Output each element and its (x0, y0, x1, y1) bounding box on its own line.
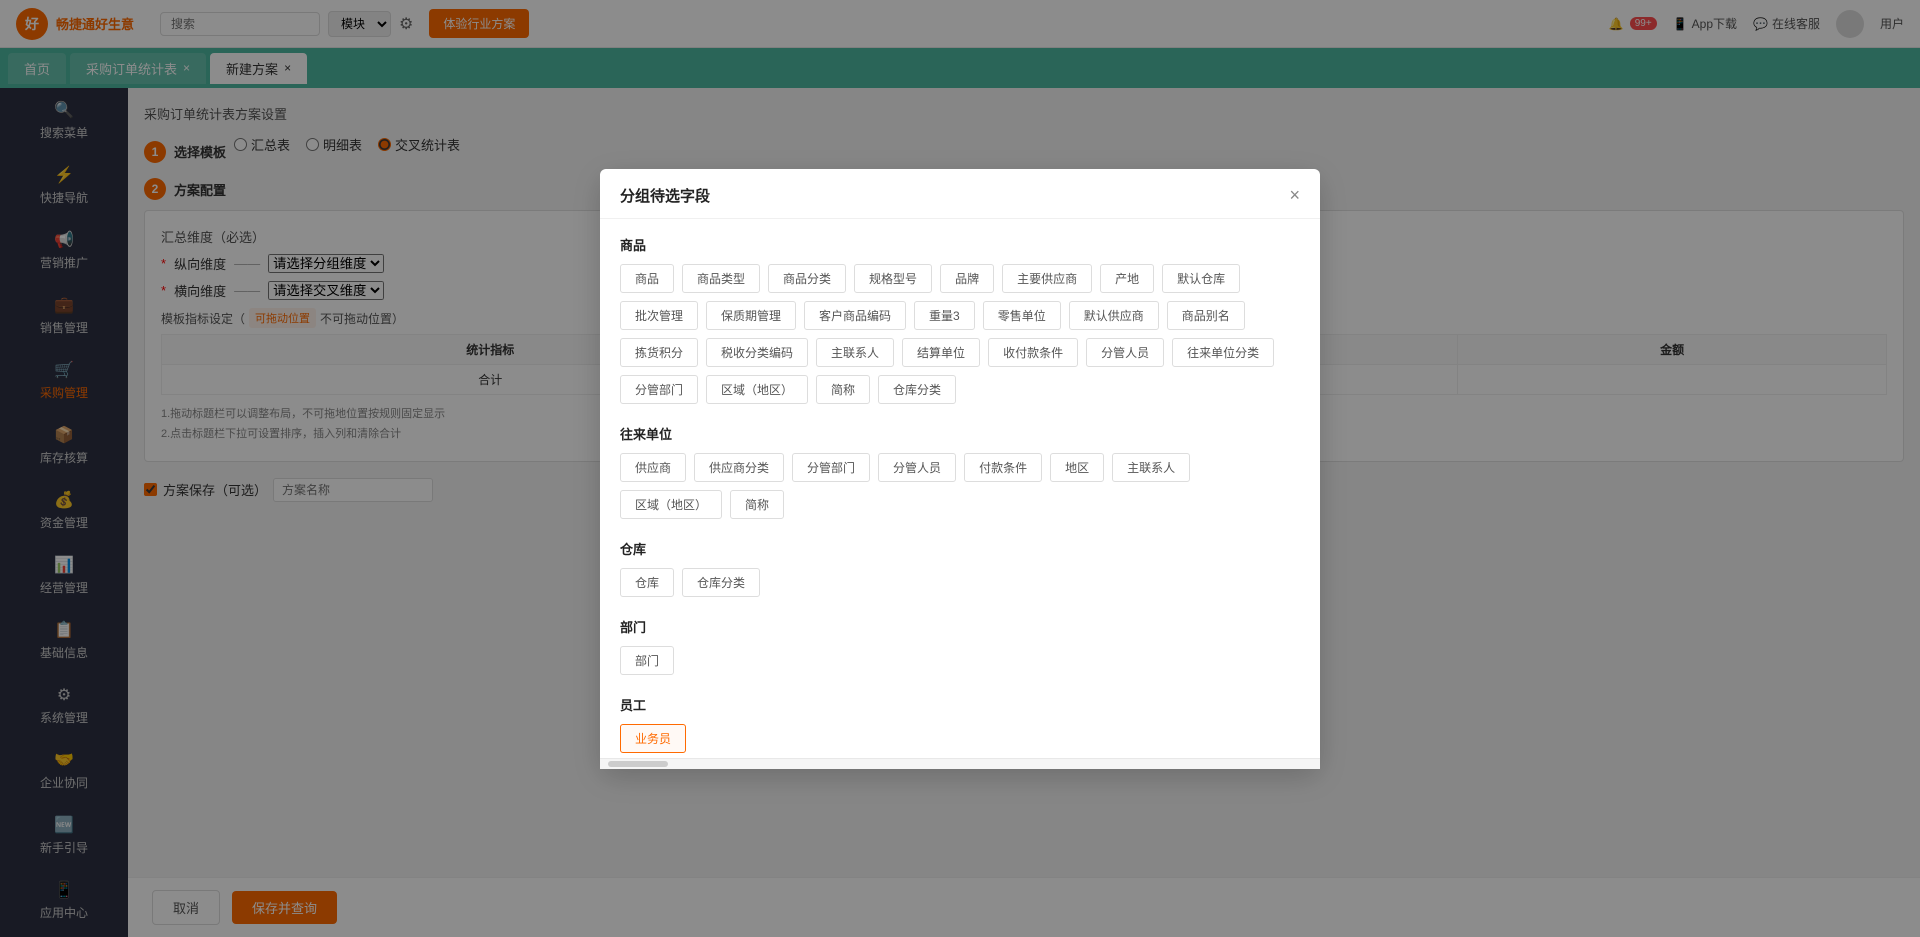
field-chip-goods-6[interactable]: 产地 (1100, 264, 1154, 293)
field-chip-partner-6[interactable]: 主联系人 (1112, 453, 1190, 482)
field-section-department: 部门部门 (620, 617, 1300, 675)
field-chip-goods-7[interactable]: 默认仓库 (1162, 264, 1240, 293)
modal-overlay: 分组待选字段 × 商品商品商品类型商品分类规格型号品牌主要供应商产地默认仓库批次… (0, 0, 1920, 937)
field-chip-partner-8[interactable]: 简称 (730, 490, 784, 519)
field-chip-goods-23[interactable]: 区域（地区） (706, 375, 808, 404)
field-chip-warehouse-0[interactable]: 仓库 (620, 568, 674, 597)
field-chip-goods-13[interactable]: 默认供应商 (1069, 301, 1159, 330)
modal-body: 商品商品商品类型商品分类规格型号品牌主要供应商产地默认仓库批次管理保质期管理客户… (600, 219, 1320, 759)
modal-horizontal-scrollbar[interactable] (600, 758, 1320, 768)
field-chip-partner-4[interactable]: 付款条件 (964, 453, 1042, 482)
field-chip-goods-16[interactable]: 税收分类编码 (706, 338, 808, 367)
field-chip-goods-20[interactable]: 分管人员 (1086, 338, 1164, 367)
field-chip-goods-8[interactable]: 批次管理 (620, 301, 698, 330)
field-section-warehouse: 仓库仓库仓库分类 (620, 539, 1300, 597)
field-chip-goods-24[interactable]: 简称 (816, 375, 870, 404)
field-chip-goods-0[interactable]: 商品 (620, 264, 674, 293)
field-chips-goods: 商品商品类型商品分类规格型号品牌主要供应商产地默认仓库批次管理保质期管理客户商品… (620, 264, 1300, 404)
field-chip-partner-1[interactable]: 供应商分类 (694, 453, 784, 482)
field-chip-goods-5[interactable]: 主要供应商 (1002, 264, 1092, 293)
field-chips-partner: 供应商供应商分类分管部门分管人员付款条件地区主联系人区域（地区） 简称 (620, 453, 1300, 519)
field-chip-department-0[interactable]: 部门 (620, 646, 674, 675)
field-section-employee: 员工业务员 (620, 695, 1300, 753)
modal-header: 分组待选字段 × (600, 169, 1320, 219)
field-chip-goods-18[interactable]: 结算单位 (902, 338, 980, 367)
field-chip-partner-0[interactable]: 供应商 (620, 453, 686, 482)
field-chip-partner-7[interactable]: 区域（地区） (620, 490, 722, 519)
field-chip-goods-4[interactable]: 品牌 (940, 264, 994, 293)
field-chip-goods-15[interactable]: 拣货积分 (620, 338, 698, 367)
field-chip-goods-12[interactable]: 零售单位 (983, 301, 1061, 330)
field-chip-goods-19[interactable]: 收付款条件 (988, 338, 1078, 367)
modal-close-button[interactable]: × (1289, 185, 1300, 206)
field-chip-goods-22[interactable]: 分管部门 (620, 375, 698, 404)
scroll-thumb (608, 761, 668, 767)
field-section-goods: 商品商品商品类型商品分类规格型号品牌主要供应商产地默认仓库批次管理保质期管理客户… (620, 235, 1300, 404)
field-section-partner: 往来单位供应商供应商分类分管部门分管人员付款条件地区主联系人区域（地区） 简称 (620, 424, 1300, 519)
field-chip-goods-9[interactable]: 保质期管理 (706, 301, 796, 330)
field-chip-goods-21[interactable]: 往来单位分类 (1172, 338, 1274, 367)
modal-dialog: 分组待选字段 × 商品商品商品类型商品分类规格型号品牌主要供应商产地默认仓库批次… (600, 169, 1320, 769)
field-chip-goods-14[interactable]: 商品别名 (1167, 301, 1245, 330)
field-section-title-partner: 往来单位 (620, 424, 1300, 443)
field-chips-department: 部门 (620, 646, 1300, 675)
field-chip-goods-17[interactable]: 主联系人 (816, 338, 894, 367)
field-section-title-warehouse: 仓库 (620, 539, 1300, 558)
field-chip-goods-25[interactable]: 仓库分类 (878, 375, 956, 404)
field-section-title-department: 部门 (620, 617, 1300, 636)
field-chip-goods-10[interactable]: 客户商品编码 (804, 301, 906, 330)
field-chip-partner-2[interactable]: 分管部门 (792, 453, 870, 482)
field-chip-goods-1[interactable]: 商品类型 (682, 264, 760, 293)
field-chip-employee-0[interactable]: 业务员 (620, 724, 686, 753)
field-section-title-employee: 员工 (620, 695, 1300, 714)
field-chip-warehouse-1[interactable]: 仓库分类 (682, 568, 760, 597)
field-chip-goods-11[interactable]: 重量3 (914, 301, 975, 330)
modal-title: 分组待选字段 (620, 185, 710, 206)
field-chip-goods-3[interactable]: 规格型号 (854, 264, 932, 293)
field-chip-partner-5[interactable]: 地区 (1050, 453, 1104, 482)
field-chips-employee: 业务员 (620, 724, 1300, 753)
field-chip-goods-2[interactable]: 商品分类 (768, 264, 846, 293)
field-chip-partner-3[interactable]: 分管人员 (878, 453, 956, 482)
field-chips-warehouse: 仓库仓库分类 (620, 568, 1300, 597)
field-section-title-goods: 商品 (620, 235, 1300, 254)
